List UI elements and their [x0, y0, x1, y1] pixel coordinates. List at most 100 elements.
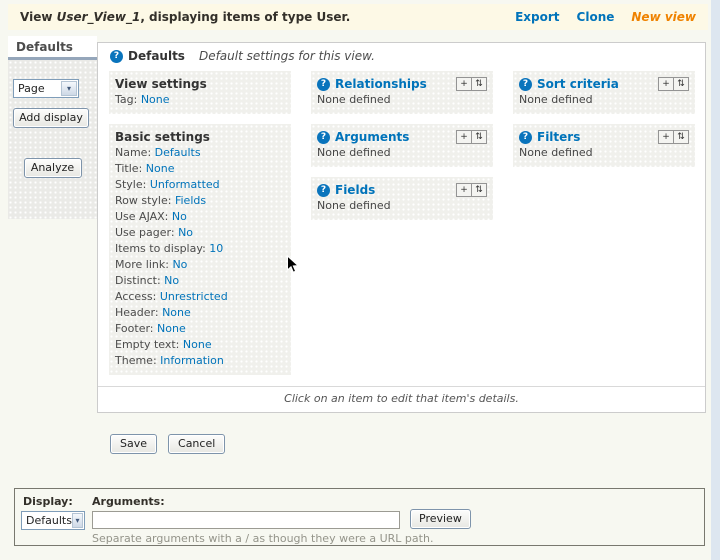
relationships-box: ? Relationships + ⇅ None defined: [311, 71, 493, 114]
setting-value-link[interactable]: No: [178, 226, 193, 239]
page-title: View User_View_1, displaying items of ty…: [20, 10, 350, 24]
relationships-title-link[interactable]: Relationships: [335, 76, 427, 92]
settings-column-1: View settings Tag: None Basic settings N…: [109, 71, 291, 375]
add-display-button[interactable]: Add display: [13, 108, 89, 128]
settings-column-3: ? Sort criteria + ⇅ None defined ? Filte…: [513, 71, 695, 167]
preview-display-select[interactable]: Defaults ▾: [21, 511, 85, 530]
setting-value-link[interactable]: None: [157, 322, 186, 335]
fields-empty-text: None defined: [317, 199, 391, 212]
display-type-select[interactable]: Page ▾: [13, 79, 79, 98]
display-tabs-sidebar: Defaults Page ▾ Add display Analyze: [8, 36, 97, 219]
setting-value-link[interactable]: No: [164, 274, 179, 287]
analyze-button[interactable]: Analyze: [23, 158, 82, 178]
fields-title-link[interactable]: Fields: [335, 182, 375, 198]
setting-value-link[interactable]: Information: [160, 354, 224, 367]
panel-footnote: Click on an item to edit that item's det…: [98, 386, 705, 412]
filters-empty-text: None defined: [519, 146, 593, 159]
view-name: User_View_1: [56, 10, 141, 24]
setting-row-items-to-display: Items to display: 10: [115, 241, 285, 257]
rearrange-relationships-button[interactable]: ⇅: [471, 77, 487, 91]
arguments-empty-text: None defined: [317, 146, 391, 159]
view-settings-box: View settings Tag: None: [109, 71, 291, 114]
preview-help-text: Separate arguments with a / as though th…: [92, 532, 434, 545]
add-filter-button[interactable]: +: [658, 130, 674, 144]
preview-display-label: Display:: [23, 495, 73, 508]
setting-label: Style:: [115, 178, 147, 191]
setting-value-link[interactable]: None: [141, 93, 170, 106]
help-icon[interactable]: ?: [519, 130, 532, 144]
setting-row-use-pager: Use pager: No: [115, 225, 285, 241]
sort-criteria-box: ? Sort criteria + ⇅ None defined: [513, 71, 695, 114]
rearrange-sorts-button[interactable]: ⇅: [673, 77, 689, 91]
setting-row-title: Title: None: [115, 161, 285, 177]
add-sort-button[interactable]: +: [658, 77, 674, 91]
header-bar: View User_View_1, displaying items of ty…: [8, 4, 708, 30]
add-relationship-button[interactable]: +: [456, 77, 472, 91]
page-right-strip: [711, 0, 720, 560]
setting-row-access: Access: Unrestricted: [115, 289, 285, 305]
setting-row-name: Name: Defaults: [115, 145, 285, 161]
setting-value-link[interactable]: 10: [209, 242, 223, 255]
help-icon[interactable]: ?: [317, 77, 330, 91]
add-argument-button[interactable]: +: [456, 130, 472, 144]
help-icon[interactable]: ?: [317, 183, 330, 197]
setting-value-link[interactable]: Fields: [175, 194, 206, 207]
rearrange-filters-button[interactable]: ⇅: [673, 130, 689, 144]
arguments-box: ? Arguments + ⇅ None defined: [311, 124, 493, 167]
basic-settings-box: Basic settings Name: Defaults Title: Non…: [109, 124, 291, 375]
cancel-button[interactable]: Cancel: [168, 434, 226, 454]
panel-heading: ? Defaults Default settings for this vie…: [110, 49, 375, 63]
view-settings-title: View settings: [115, 77, 207, 91]
help-icon[interactable]: ?: [317, 130, 330, 144]
header-links: Export Clone New view: [515, 10, 696, 24]
setting-value-link[interactable]: None: [162, 306, 191, 319]
setting-value-link[interactable]: Unformatted: [150, 178, 220, 191]
preview-arguments-label: Arguments:: [92, 495, 165, 508]
add-display-area: Page ▾ Add display Analyze: [8, 60, 97, 219]
chevron-down-icon: ▾: [71, 513, 83, 528]
page-title-prefix: View: [20, 10, 57, 24]
setting-row-more-link: More link: No: [115, 257, 285, 273]
help-icon[interactable]: ?: [519, 77, 532, 91]
setting-value-link[interactable]: None: [183, 338, 212, 351]
setting-label: Items to display:: [115, 242, 206, 255]
rearrange-fields-button[interactable]: ⇅: [471, 183, 487, 197]
setting-value-link[interactable]: Unrestricted: [160, 290, 228, 303]
export-link[interactable]: Export: [515, 10, 559, 24]
add-field-button[interactable]: +: [456, 183, 472, 197]
setting-row-row-style: Row style: Fields: [115, 193, 285, 209]
filters-box: ? Filters + ⇅ None defined: [513, 124, 695, 167]
filters-title-link[interactable]: Filters: [537, 129, 580, 145]
setting-row-footer: Footer: None: [115, 321, 285, 337]
setting-value-link[interactable]: Defaults: [155, 146, 201, 159]
setting-value-link[interactable]: No: [172, 210, 187, 223]
setting-label: Use AJAX:: [115, 210, 169, 223]
tab-defaults[interactable]: Defaults: [8, 36, 97, 60]
setting-label: Empty text:: [115, 338, 180, 351]
setting-label: More link:: [115, 258, 169, 271]
display-settings-panel: ? Defaults Default settings for this vie…: [97, 42, 706, 413]
sort-criteria-title-link[interactable]: Sort criteria: [537, 76, 619, 92]
clone-link[interactable]: Clone: [577, 10, 615, 24]
setting-label: Theme:: [115, 354, 157, 367]
rearrange-arguments-button[interactable]: ⇅: [471, 130, 487, 144]
live-preview-panel: Display: Defaults ▾ Arguments: Preview S…: [14, 488, 705, 546]
arguments-title-link[interactable]: Arguments: [335, 129, 409, 145]
preview-arguments-input[interactable]: [92, 511, 400, 529]
help-icon[interactable]: ?: [110, 49, 123, 63]
setting-value-link[interactable]: No: [172, 258, 187, 271]
setting-row-style: Style: Unformatted: [115, 177, 285, 193]
panel-heading-description: Default settings for this view.: [198, 49, 375, 63]
setting-value-link[interactable]: None: [146, 162, 175, 175]
setting-label: Footer:: [115, 322, 154, 335]
fields-box: ? Fields + ⇅ None defined: [311, 177, 493, 220]
setting-label: Distinct:: [115, 274, 161, 287]
new-view-link[interactable]: New view: [631, 10, 696, 24]
preview-button[interactable]: Preview: [410, 509, 471, 529]
setting-label: Title:: [115, 162, 143, 175]
setting-row-theme: Theme: Information: [115, 353, 285, 369]
setting-label: Use pager:: [115, 226, 175, 239]
save-button[interactable]: Save: [110, 434, 158, 454]
setting-label: Tag:: [115, 93, 138, 106]
basic-settings-title: Basic settings: [115, 130, 210, 144]
